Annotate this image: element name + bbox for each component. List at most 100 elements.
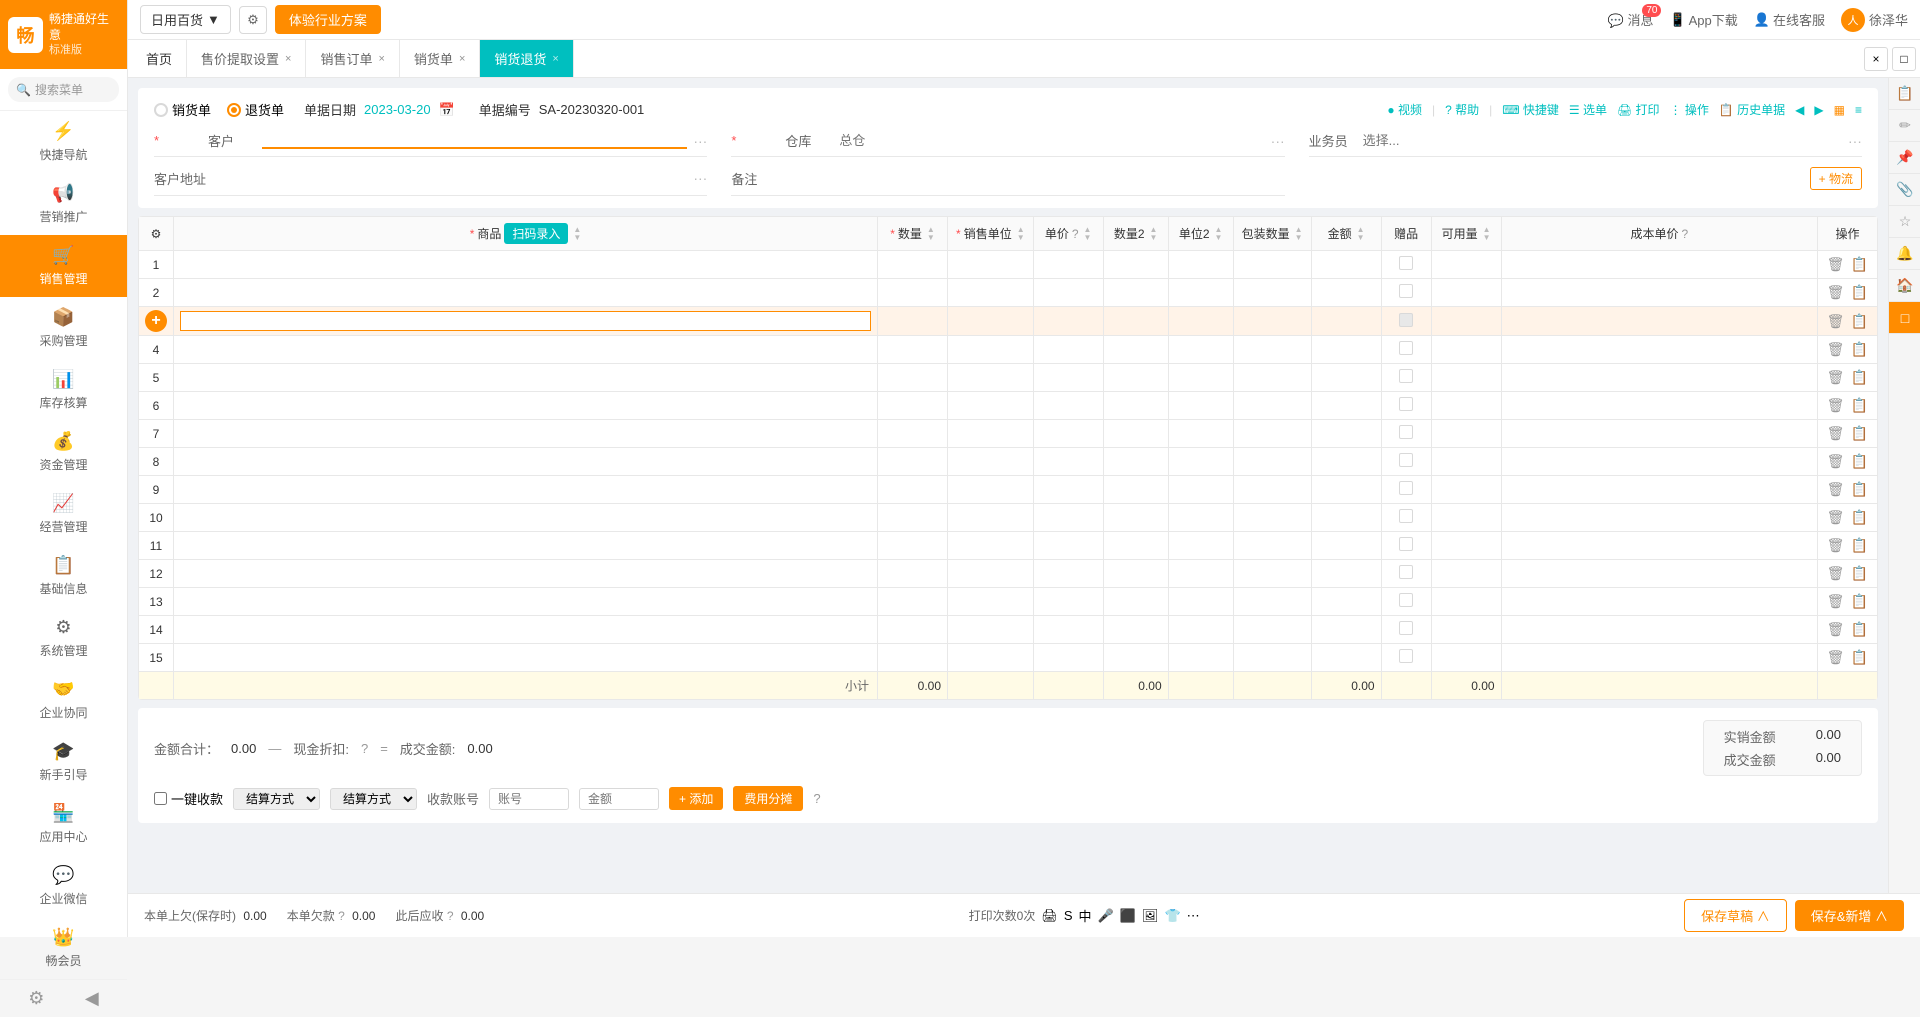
select-action[interactable]: ☰ 选单 (1569, 101, 1607, 118)
operations-action[interactable]: ⋮ 操作 (1670, 101, 1709, 118)
copy-row-btn[interactable]: 📋 (1850, 311, 1870, 331)
right-panel-pin[interactable]: 📌 (1889, 142, 1920, 174)
salesperson-input[interactable] (1363, 133, 1842, 148)
daily-select[interactable]: 日用百货 ▼ (140, 5, 231, 34)
app-download-btn[interactable]: 📱 App下载 (1669, 10, 1737, 29)
copy-row-btn[interactable]: 📋 (1850, 648, 1870, 668)
sort-unit2-icon[interactable]: ▲▼ (1215, 226, 1223, 242)
sidebar-search[interactable]: 🔍 搜索菜单 (0, 69, 127, 111)
calendar-icon[interactable]: 📅 (439, 102, 455, 118)
copy-row-btn[interactable]: 📋 (1850, 452, 1870, 472)
sidebar-item-basic-info[interactable]: 📋 基础信息 (0, 545, 127, 607)
prev-record[interactable]: ◀ (1795, 103, 1804, 117)
copy-row-btn[interactable]: 📋 (1850, 424, 1870, 444)
delete-row-btn[interactable]: 🗑 (1826, 592, 1846, 612)
gift-checkbox[interactable] (1399, 453, 1413, 467)
sort-qty2-icon[interactable]: ▲▼ (1150, 226, 1158, 242)
tab-sales-order[interactable]: 销售订单 × (306, 40, 399, 77)
tab-sales-return[interactable]: 销货退货 × (480, 40, 573, 77)
delete-row-btn[interactable]: 🗑 (1826, 368, 1846, 388)
warehouse-input[interactable] (839, 133, 1264, 148)
right-panel-attach[interactable]: 📎 (1889, 174, 1920, 206)
one-click-checkbox[interactable] (154, 792, 167, 805)
history-action[interactable]: 📋 历史单据 (1719, 101, 1785, 118)
gift-checkbox[interactable] (1399, 481, 1413, 495)
delete-row-btn[interactable]: 🗑 (1826, 424, 1846, 444)
sidebar-item-purchase[interactable]: 📦 采购管理 (0, 297, 127, 359)
calc-method-select[interactable]: 结算方式 (330, 788, 417, 810)
sort-amount-icon[interactable]: ▲▼ (1357, 226, 1365, 242)
fee-split-btn[interactable]: 费用分摊 (733, 786, 803, 811)
sort-price-icon[interactable]: ▲▼ (1084, 226, 1092, 242)
sort-product-icon[interactable]: ▲▼ (573, 226, 581, 242)
copy-row-btn[interactable]: 📋 (1850, 620, 1870, 640)
delete-row-btn[interactable]: 🗑 (1826, 508, 1846, 528)
delete-row-btn[interactable]: 🗑 (1826, 396, 1846, 416)
tab-home[interactable]: 首页 (132, 40, 187, 77)
topbar-gear-button[interactable]: ⚙ (239, 6, 267, 34)
sidebar-item-enterprise[interactable]: 🤝 企业协同 (0, 669, 127, 731)
shortcut-action[interactable]: ⌨ 快捷键 (1502, 101, 1559, 118)
gift-checkbox[interactable] (1399, 649, 1413, 663)
delete-row-btn[interactable]: 🗑 (1826, 311, 1846, 331)
address-select-icon[interactable]: ··· (693, 170, 707, 186)
gift-checkbox[interactable] (1399, 256, 1413, 270)
delete-row-btn[interactable]: 🗑 (1826, 620, 1846, 640)
sidebar-item-finance[interactable]: 💰 资金管理 (0, 421, 127, 483)
gift-checkbox[interactable] (1399, 369, 1413, 383)
gift-checkbox[interactable] (1399, 537, 1413, 551)
tab-maximize[interactable]: □ (1892, 47, 1916, 71)
gift-checkbox[interactable] (1399, 313, 1413, 327)
gift-checkbox[interactable] (1399, 284, 1413, 298)
warehouse-select-icon[interactable]: ··· (1271, 133, 1285, 149)
copy-row-btn[interactable]: 📋 (1850, 340, 1870, 360)
copy-row-btn[interactable]: 📋 (1850, 480, 1870, 500)
help-action[interactable]: ? 帮助 (1445, 101, 1479, 118)
experience-btn[interactable]: 体验行业方案 (275, 5, 381, 34)
online-service-btn[interactable]: 👤 在线客服 (1754, 10, 1825, 29)
sort-available-icon[interactable]: ▲▼ (1483, 226, 1491, 242)
sidebar-item-system[interactable]: ⚙ 系统管理 (0, 607, 127, 669)
copy-row-btn[interactable]: 📋 (1850, 255, 1870, 275)
gift-checkbox[interactable] (1399, 593, 1413, 607)
amount-input[interactable] (579, 788, 659, 810)
delete-row-btn[interactable]: 🗑 (1826, 564, 1846, 584)
product-input[interactable] (180, 311, 871, 331)
gift-checkbox[interactable] (1399, 425, 1413, 439)
copy-row-btn[interactable]: 📋 (1850, 592, 1870, 612)
scan-btn[interactable]: 扫码录入 (504, 223, 568, 244)
video-action[interactable]: ● 视频 (1387, 101, 1422, 118)
delete-row-btn[interactable]: 🗑 (1826, 255, 1846, 275)
sort-packqty-icon[interactable]: ▲▼ (1295, 226, 1303, 242)
right-panel-room[interactable]: 🏠 (1889, 270, 1920, 302)
one-click-payment-checkbox[interactable]: 一键收款 (154, 789, 223, 808)
collapse-icon[interactable]: ◀ (85, 988, 99, 1009)
tab-close-icon[interactable]: × (552, 53, 558, 65)
save-new-btn[interactable]: 保存&新增 ∧ (1795, 900, 1904, 931)
sidebar-item-member[interactable]: 👑 畅会员 (0, 917, 127, 979)
logistics-btn[interactable]: + 物流 (1810, 167, 1862, 190)
copy-row-btn[interactable]: 📋 (1850, 368, 1870, 388)
gift-checkbox[interactable] (1399, 341, 1413, 355)
table-settings-icon[interactable]: ⚙ (151, 227, 162, 241)
gift-checkbox[interactable] (1399, 565, 1413, 579)
delete-row-btn[interactable]: 🗑 (1826, 283, 1846, 303)
sort-unit-icon[interactable]: ▲▼ (1017, 226, 1025, 242)
delete-row-btn[interactable]: 🗑 (1826, 452, 1846, 472)
sidebar-item-marketing[interactable]: 📢 营销推广 (0, 173, 127, 235)
payment-method-select[interactable]: 结算方式 (233, 788, 320, 810)
copy-row-btn[interactable]: 📋 (1850, 564, 1870, 584)
delete-row-btn[interactable]: 🗑 (1826, 340, 1846, 360)
gift-checkbox[interactable] (1399, 621, 1413, 635)
delete-row-btn[interactable]: 🗑 (1826, 480, 1846, 500)
tab-close-icon[interactable]: × (378, 53, 384, 65)
right-panel-active[interactable]: □ (1889, 302, 1920, 334)
add-payment-btn[interactable]: + 添加 (669, 787, 723, 810)
next-record[interactable]: ▶ (1814, 103, 1823, 117)
tab-sales-delivery[interactable]: 销货单 × (400, 40, 480, 77)
gift-checkbox[interactable] (1399, 509, 1413, 523)
sidebar-item-operations[interactable]: 📈 经营管理 (0, 483, 127, 545)
tab-close-icon[interactable]: × (285, 53, 291, 65)
copy-row-btn[interactable]: 📋 (1850, 536, 1870, 556)
message-btn[interactable]: 💬 70 消息 (1608, 10, 1654, 29)
